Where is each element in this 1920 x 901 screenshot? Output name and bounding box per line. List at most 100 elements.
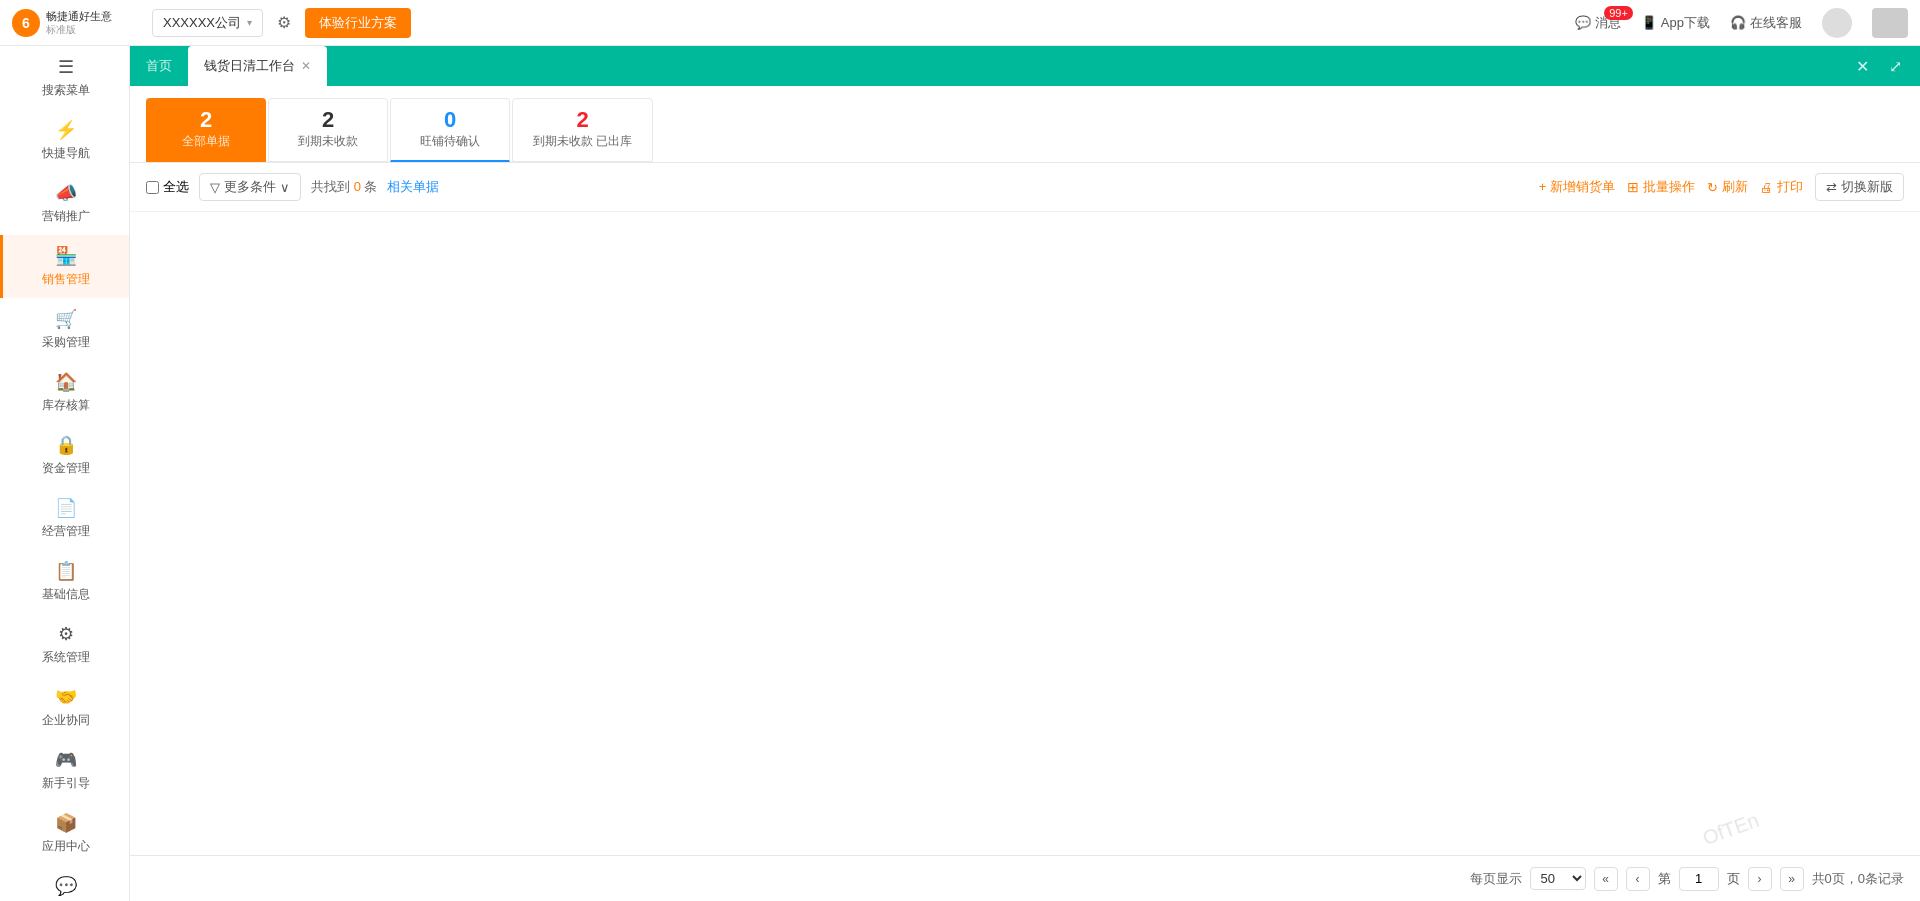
logo-title: 畅捷通好生意 [46, 9, 112, 23]
messages-badge: 99+ [1604, 6, 1633, 20]
sidebar-item-marketing[interactable]: 📣 营销推广 [0, 172, 129, 235]
first-page-btn[interactable]: « [1594, 867, 1618, 891]
sidebar-label-search-menu: 搜索菜单 [42, 82, 90, 99]
app-download-btn[interactable]: 📱 App下载 [1641, 14, 1710, 32]
stats-tab-all-label: 全部单据 [167, 133, 245, 150]
batch-label: 批量操作 [1643, 178, 1695, 196]
stats-tab-all-count: 2 [167, 107, 245, 133]
stats-tab-unshipped-label: 到期未收款 已出库 [533, 133, 632, 150]
tab-maximize-icon[interactable]: ⤢ [1883, 55, 1908, 78]
logo-subtitle: 标准版 [46, 23, 112, 36]
settings-icon[interactable]: ⚙ [273, 9, 295, 36]
related-docs-link[interactable]: 相关单据 [387, 178, 439, 196]
sidebar-item-quick-nav[interactable]: ⚡ 快捷导航 [0, 109, 129, 172]
tab-minimize-icon[interactable]: ✕ [1850, 55, 1875, 78]
sidebar-label-inventory-calc: 库存核算 [42, 397, 90, 414]
basic-info-icon: 📋 [55, 560, 77, 582]
online-service-btn[interactable]: 🎧 在线客服 [1730, 14, 1802, 32]
tab-cash-flow-workbench[interactable]: 钱货日清工作台 ✕ [188, 46, 327, 86]
message-icon: 💬 [1575, 15, 1591, 30]
last-page-btn[interactable]: » [1780, 867, 1804, 891]
quick-nav-icon: ⚡ [55, 119, 77, 141]
sidebar-item-enterprise-wechat[interactable]: 💬 企业微信 [0, 865, 129, 901]
sidebar-item-enterprise-coop[interactable]: 🤝 企业协同 [0, 676, 129, 739]
stats-tab-wangpu-count: 0 [411, 107, 489, 133]
sidebar-item-capital-mgmt[interactable]: 🔒 资金管理 [0, 424, 129, 487]
new-guide-icon: 🎮 [55, 749, 77, 771]
menu-icon: ☰ [58, 56, 74, 78]
marketing-icon: 📣 [55, 182, 77, 204]
avatar[interactable] [1822, 8, 1852, 38]
page-label: 第 [1658, 870, 1671, 888]
sidebar-label-capital-mgmt: 资金管理 [42, 460, 90, 477]
stats-tab-all[interactable]: 2 全部单据 [146, 98, 266, 162]
operations-icon: 📄 [55, 497, 77, 519]
sidebar-item-operations-mgmt[interactable]: 📄 经营管理 [0, 487, 129, 550]
sidebar-label-system-mgmt: 系统管理 [42, 649, 90, 666]
print-btn[interactable]: 🖨 打印 [1760, 178, 1803, 196]
sidebar-item-basic-info[interactable]: 📋 基础信息 [0, 550, 129, 613]
enterprise-wechat-icon: 💬 [55, 875, 77, 897]
select-all-input[interactable] [146, 181, 159, 194]
sidebar-item-new-guide[interactable]: 🎮 新手引导 [0, 739, 129, 802]
sidebar-label-new-guide: 新手引导 [42, 775, 90, 792]
sidebar-item-inventory-calc[interactable]: 🏠 库存核算 [0, 361, 129, 424]
logo-icon: 6 [12, 9, 40, 37]
more-filter-btn[interactable]: ▽ 更多条件 ∨ [199, 173, 301, 201]
header-right: 💬 消息 99+ 📱 App下载 🎧 在线客服 [1575, 8, 1908, 38]
tab-home-label: 首页 [146, 57, 172, 75]
toolbar-left: 全选 ▽ 更多条件 ∨ 共找到 0 条 相关单据 [146, 173, 439, 201]
trial-button[interactable]: 体验行业方案 [305, 8, 411, 38]
add-sales-order-btn[interactable]: + 新增销货单 [1539, 178, 1615, 196]
batch-icon: ⊞ [1627, 179, 1639, 195]
select-all-label: 全选 [163, 178, 189, 196]
prev-page-btn[interactable]: ‹ [1626, 867, 1650, 891]
switch-label: 切换新版 [1841, 178, 1893, 196]
filter-icon: ▽ [210, 180, 220, 195]
sidebar-item-purchase-mgmt[interactable]: 🛒 采购管理 [0, 298, 129, 361]
page-number-input[interactable] [1679, 867, 1719, 891]
batch-operation-btn[interactable]: ⊞ 批量操作 [1627, 178, 1695, 196]
avatar-text [1872, 8, 1908, 38]
close-tab-icon[interactable]: ✕ [301, 59, 311, 73]
print-icon: 🖨 [1760, 180, 1773, 195]
sidebar-label-enterprise-coop: 企业协同 [42, 712, 90, 729]
stats-tab-overdue-unshipped[interactable]: 2 到期未收款 已出库 [512, 98, 653, 162]
tab-home[interactable]: 首页 [130, 46, 188, 86]
stats-tab-wangpu-label: 旺铺待确认 [411, 133, 489, 150]
sidebar-item-sales-mgmt[interactable]: 🏪 销售管理 [0, 235, 129, 298]
logo-area: 6 畅捷通好生意 标准版 [12, 9, 142, 37]
more-filter-label: 更多条件 [224, 178, 276, 196]
app-download-label: App下载 [1661, 14, 1710, 32]
purchase-icon: 🛒 [55, 308, 77, 330]
sidebar-item-system-mgmt[interactable]: ⚙ 系统管理 [0, 613, 129, 676]
total-records: 共0页，0条记录 [1812, 870, 1904, 888]
tab-bar: 首页 钱货日清工作台 ✕ ✕ ⤢ [130, 46, 1920, 86]
inventory-icon: 🏠 [55, 371, 77, 393]
select-all-checkbox[interactable]: 全选 [146, 178, 189, 196]
switch-icon: ⇄ [1826, 180, 1837, 195]
company-selector[interactable]: XXXXXX公司 ▾ [152, 9, 263, 37]
sidebar-item-search-menu[interactable]: ☰ 搜索菜单 [0, 46, 129, 109]
print-label: 打印 [1777, 178, 1803, 196]
messages-btn[interactable]: 💬 消息 99+ [1575, 14, 1621, 32]
footer-pagination: 每页显示 50 20 100 200 « ‹ 第 页 › » 共0页，0条记录 [130, 855, 1920, 901]
sidebar-label-app-center: 应用中心 [42, 838, 90, 855]
stats-tab-overdue-count: 2 [289, 107, 367, 133]
enterprise-coop-icon: 🤝 [55, 686, 77, 708]
switch-version-btn[interactable]: ⇄ 切换新版 [1815, 173, 1904, 201]
per-page-label: 每页显示 [1470, 870, 1522, 888]
per-page-select[interactable]: 50 20 100 200 [1530, 867, 1586, 890]
content-area: 2 全部单据 2 到期未收款 0 旺铺待确认 2 到期未收款 已出库 [130, 86, 1920, 901]
stats-tab-unshipped-count: 2 [533, 107, 632, 133]
sidebar-label-basic-info: 基础信息 [42, 586, 90, 603]
stats-tab-overdue-uncollected[interactable]: 2 到期未收款 [268, 98, 388, 162]
next-page-btn[interactable]: › [1748, 867, 1772, 891]
refresh-btn[interactable]: ↻ 刷新 [1707, 178, 1748, 196]
download-icon: 📱 [1641, 15, 1657, 30]
sidebar-item-app-center[interactable]: 📦 应用中心 [0, 802, 129, 865]
refresh-label: 刷新 [1722, 178, 1748, 196]
page-suffix: 页 [1727, 870, 1740, 888]
refresh-icon: ↻ [1707, 180, 1718, 195]
stats-tab-wangpu-confirm[interactable]: 0 旺铺待确认 [390, 98, 510, 162]
